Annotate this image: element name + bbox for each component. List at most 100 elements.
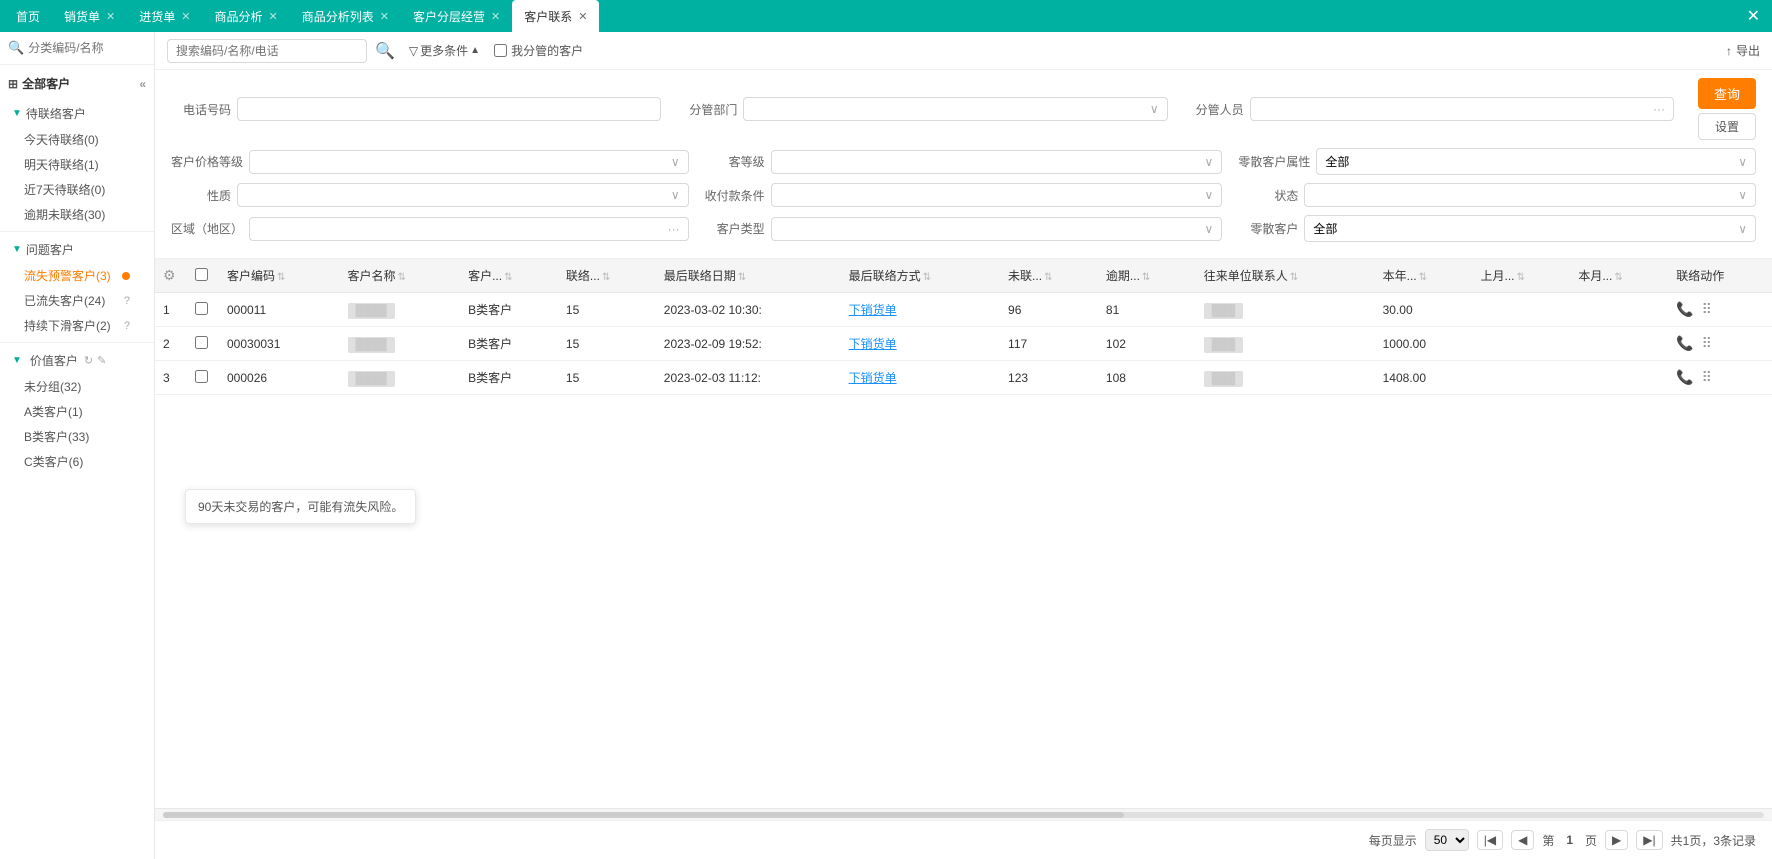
customer-grade-dropdown[interactable]: ∨ bbox=[771, 150, 1223, 174]
last-method-link[interactable]: 下销货单 bbox=[849, 371, 897, 385]
tab-customer-tier[interactable]: 客户分层经营 ✕ bbox=[401, 0, 512, 32]
close-icon[interactable]: ✕ bbox=[181, 10, 190, 23]
search-input[interactable] bbox=[167, 39, 367, 63]
sidebar-item-a-class[interactable]: A类客户(1) bbox=[0, 399, 154, 424]
window-close-button[interactable]: ✕ bbox=[1739, 6, 1768, 26]
retail-customer-dropdown[interactable]: 全部 ∨ bbox=[1304, 215, 1756, 242]
col-last-month[interactable]: 上月...⇅ bbox=[1472, 259, 1570, 293]
orange-dot bbox=[122, 272, 130, 280]
settings-button[interactable]: 设置 bbox=[1698, 113, 1756, 140]
retail-attr-dropdown[interactable]: 全部 ∨ bbox=[1316, 148, 1756, 175]
refresh-icon[interactable]: ↻ bbox=[84, 354, 93, 367]
status-dropdown[interactable]: ∨ bbox=[1304, 183, 1756, 207]
sidebar-item-today[interactable]: 今天待联络(0) bbox=[0, 127, 154, 152]
sidebar-cat-problem-header[interactable]: ▼ 问题客户 bbox=[0, 236, 154, 263]
sidebar-cat-value-header[interactable]: ▼ 价值客户 ↻ ✎ bbox=[0, 347, 154, 374]
sidebar-item-churned[interactable]: 已流失客户(24) ? bbox=[0, 288, 154, 313]
last-method-link[interactable]: 下销货单 bbox=[849, 337, 897, 351]
gear-icon[interactable]: ⚙ bbox=[163, 267, 176, 283]
sidebar-search-input[interactable] bbox=[28, 41, 146, 55]
more-actions-icon[interactable]: ⠿ bbox=[1702, 335, 1712, 352]
col-last-contact-date[interactable]: 最后联络日期⇅ bbox=[656, 259, 841, 293]
price-grade-dropdown[interactable]: ∨ bbox=[249, 150, 689, 174]
close-icon[interactable]: ✕ bbox=[269, 10, 278, 23]
chevron-down-icon: ∨ bbox=[1738, 155, 1747, 169]
cell-checkbox[interactable] bbox=[187, 327, 219, 361]
sidebar-item-overdue[interactable]: 逾期未联络(30) bbox=[0, 202, 154, 227]
my-customers-checkbox[interactable] bbox=[494, 44, 507, 57]
col-liaison[interactable]: 往来单位联系人⇅ bbox=[1196, 259, 1375, 293]
export-button[interactable]: ↑ 导出 bbox=[1726, 42, 1760, 59]
row-checkbox[interactable] bbox=[195, 302, 208, 315]
my-customers-checkbox-label[interactable]: 我分管的客户 bbox=[494, 42, 583, 59]
close-icon[interactable]: ✕ bbox=[380, 10, 389, 23]
sidebar-cat-pending-header[interactable]: ▼ 待联络客户 bbox=[0, 100, 154, 127]
cell-row-actions: 📞 ⠿ bbox=[1668, 293, 1772, 327]
sidebar-item-c-class[interactable]: C类客户(6) bbox=[0, 449, 154, 474]
sidebar-item-b-class[interactable]: B类客户(33) bbox=[0, 424, 154, 449]
cell-checkbox[interactable] bbox=[187, 293, 219, 327]
triangle-icon: ▼ bbox=[12, 108, 22, 119]
row-checkbox[interactable] bbox=[195, 336, 208, 349]
tab-product-analysis[interactable]: 商品分析 ✕ bbox=[202, 0, 289, 32]
blurred-liaison: ███ bbox=[1204, 303, 1243, 319]
col-name[interactable]: 客户名称⇅ bbox=[340, 259, 461, 293]
col-unlisted[interactable]: 未联...⇅ bbox=[1000, 259, 1098, 293]
col-last-contact-method[interactable]: 最后联络方式⇅ bbox=[841, 259, 1000, 293]
col-overdue[interactable]: 逾期...⇅ bbox=[1098, 259, 1196, 293]
cell-checkbox[interactable] bbox=[187, 361, 219, 395]
scrollbar-thumb[interactable] bbox=[163, 812, 1124, 818]
sidebar-item-7days[interactable]: 近7天待联络(0) bbox=[0, 177, 154, 202]
more-dots-icon[interactable]: ··· bbox=[1653, 102, 1665, 116]
dept-dropdown[interactable]: ∨ bbox=[743, 97, 1167, 121]
col-customer-type[interactable]: 客户...⇅ bbox=[460, 259, 558, 293]
first-page-button[interactable]: |◀ bbox=[1477, 830, 1503, 850]
horizontal-scrollbar[interactable] bbox=[155, 808, 1772, 820]
edit-icon[interactable]: ✎ bbox=[97, 354, 106, 367]
more-actions-icon[interactable]: ⠿ bbox=[1702, 369, 1712, 386]
tab-home[interactable]: 首页 bbox=[4, 0, 52, 32]
close-icon[interactable]: ✕ bbox=[106, 10, 115, 23]
tab-purchase-order[interactable]: 进货单 ✕ bbox=[127, 0, 202, 32]
sidebar-item-tomorrow[interactable]: 明天待联络(1) bbox=[0, 152, 154, 177]
tab-product-analysis-list[interactable]: 商品分析列表 ✕ bbox=[290, 0, 401, 32]
close-icon[interactable]: ✕ bbox=[491, 10, 500, 23]
last-method-link[interactable]: 下销货单 bbox=[849, 303, 897, 317]
col-code[interactable]: 客户编码⇅ bbox=[219, 259, 340, 293]
region-dropdown[interactable]: ··· bbox=[249, 217, 689, 241]
manager-dropdown[interactable]: ··· bbox=[1250, 97, 1674, 121]
col-this-year[interactable]: 本年...⇅ bbox=[1375, 259, 1473, 293]
more-conditions-button[interactable]: ▽ 更多条件 ▲ bbox=[403, 38, 486, 63]
phone-icon[interactable]: 📞 bbox=[1676, 335, 1693, 352]
next-page-button[interactable]: ▶ bbox=[1605, 830, 1628, 850]
query-button[interactable]: 查询 bbox=[1698, 78, 1756, 109]
search-button[interactable]: 🔍 bbox=[375, 41, 395, 61]
more-dots-icon[interactable]: ··· bbox=[668, 222, 680, 236]
phone-input[interactable] bbox=[237, 97, 661, 121]
close-icon[interactable]: ✕ bbox=[578, 10, 587, 23]
tab-customer-contact[interactable]: 客户联系 ✕ bbox=[512, 0, 599, 32]
sidebar-item-churn-warning[interactable]: 流失预警客户(3) bbox=[0, 263, 154, 288]
col-checkbox[interactable] bbox=[187, 259, 219, 293]
more-actions-icon[interactable]: ⠿ bbox=[1702, 301, 1712, 318]
sort-icon: ⇅ bbox=[398, 272, 406, 283]
sidebar-item-declining[interactable]: 持续下滑客户(2) ? bbox=[0, 313, 154, 338]
phone-icon[interactable]: 📞 bbox=[1676, 369, 1693, 386]
last-page-button[interactable]: ▶| bbox=[1636, 830, 1662, 850]
prev-page-button[interactable]: ◀ bbox=[1511, 830, 1534, 850]
page-size-select[interactable]: 50 bbox=[1425, 829, 1469, 851]
row-checkbox[interactable] bbox=[195, 370, 208, 383]
col-contact-count[interactable]: 联络...⇅ bbox=[558, 259, 656, 293]
select-all-checkbox[interactable] bbox=[195, 268, 208, 281]
tab-sales-order[interactable]: 销货单 ✕ bbox=[52, 0, 127, 32]
payment-dropdown[interactable]: ∨ bbox=[771, 183, 1223, 207]
col-gear[interactable]: ⚙ bbox=[155, 259, 187, 293]
sidebar-all-customers[interactable]: ⊞ 全部客户 « bbox=[0, 69, 154, 98]
cell-type: B类客户 bbox=[460, 327, 558, 361]
customer-type-dropdown[interactable]: ∨ bbox=[771, 217, 1223, 241]
sidebar-item-unclassified[interactable]: 未分组(32) bbox=[0, 374, 154, 399]
sidebar-section: ⊞ 全部客户 « ▼ 待联络客户 今天待联络(0) 明天待联络(1) 近7天待联… bbox=[0, 65, 154, 480]
phone-icon[interactable]: 📞 bbox=[1676, 301, 1693, 318]
col-this-month[interactable]: 本月...⇅ bbox=[1570, 259, 1668, 293]
nature-dropdown[interactable]: ∨ bbox=[237, 183, 689, 207]
